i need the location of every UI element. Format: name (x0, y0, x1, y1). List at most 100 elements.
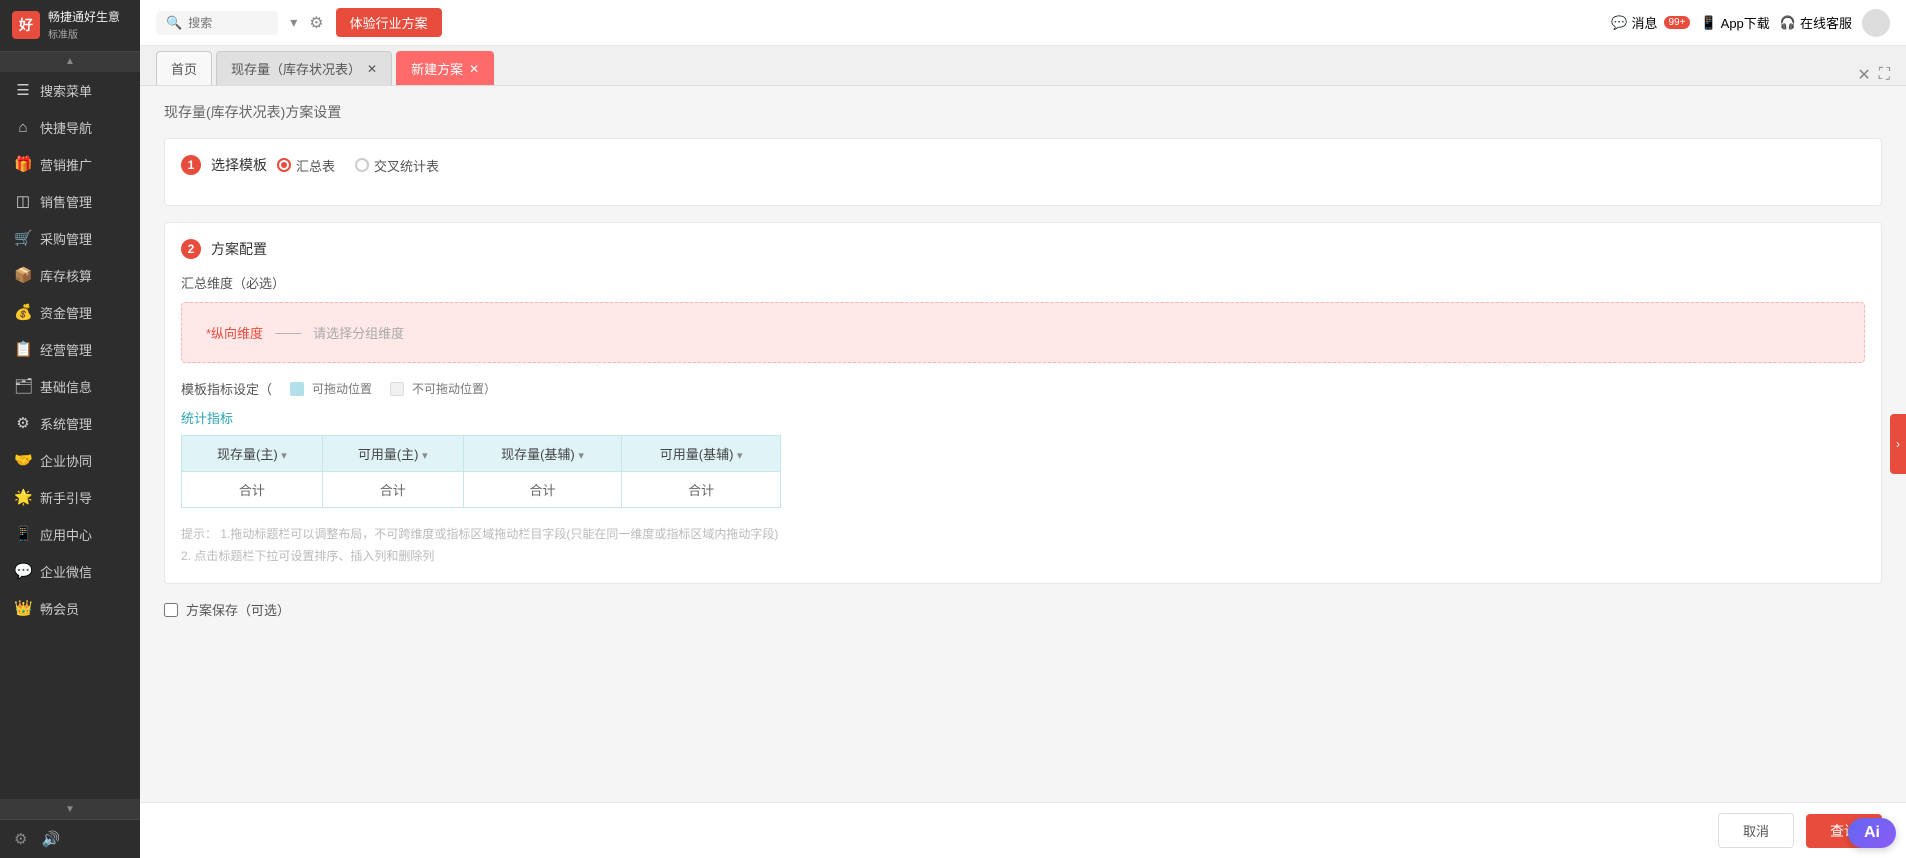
sidebar-scroll-up[interactable]: ▲ (0, 52, 140, 72)
sidebar-item-app-center[interactable]: 📱 应用中心 (0, 516, 140, 553)
col-3-arrow[interactable]: ▾ (578, 450, 584, 462)
legend-draggable-box (290, 382, 304, 396)
app-logo-icon: 好 (12, 11, 40, 39)
content-area: 现存量(库存状况表)方案设置 1 选择模板 汇总表 交叉统计表 (140, 86, 1906, 802)
section-1-card: 1 选择模板 汇总表 交叉统计表 (164, 138, 1882, 206)
indicator-label: 模板指标设定（ 可拖动位置 不可拖动位置） (181, 379, 1865, 398)
message-badge[interactable]: 💬 消息 99+ (1611, 13, 1690, 32)
sidebar-item-search-menu[interactable]: ☰ 搜索菜单 (0, 72, 140, 109)
sidebar-item-label: 库存核算 (40, 266, 92, 285)
message-label: 消息 (1631, 13, 1657, 32)
ai-badge[interactable]: Ai (1848, 818, 1896, 848)
sidebar-item-quick-nav[interactable]: ⌂ 快捷导航 (0, 109, 140, 146)
legend-draggable: 可拖动位置 (290, 380, 372, 397)
col-header-2[interactable]: 可用量(主) ▾ (322, 436, 463, 472)
sidebar-item-sys-manage[interactable]: ⚙ 系统管理 (0, 405, 140, 442)
dim-field-label: *纵向维度 (206, 323, 263, 342)
sidebar-item-label: 销售管理 (40, 192, 92, 211)
tabs-bar: 首页 现存量（库存状况表） ✕ 新建方案 ✕ ✕ ⛶ (140, 46, 1906, 86)
page-title: 现存量(库存状况表)方案设置 (164, 102, 1882, 122)
stats-table: 现存量(主) ▾ 可用量(主) ▾ 现存量(基辅) ▾ (181, 435, 781, 508)
sidebar-item-purchase[interactable]: 🛒 采购管理 (0, 220, 140, 257)
tab-inventory-status[interactable]: 现存量（库存状况表） ✕ (216, 51, 392, 85)
dim-row[interactable]: *纵向维度 —— 请选择分组维度 (181, 302, 1865, 363)
sidebar-item-sales[interactable]: ◫ 销售管理 (0, 183, 140, 220)
table-row-1: 合计 合计 合计 合计 (182, 472, 781, 508)
window-close-icon[interactable]: ✕ (1857, 65, 1870, 85)
volume-icon[interactable]: 🔊 (41, 830, 60, 848)
gear-icon[interactable]: ⚙ (309, 13, 323, 33)
col-2-label: 可用量(主) (358, 447, 419, 462)
section-1-title: 选择模板 (211, 155, 267, 175)
col-1-arrow[interactable]: ▾ (281, 450, 287, 462)
col-4-arrow[interactable]: ▾ (737, 450, 743, 462)
cell-1-4: 合计 (622, 472, 781, 508)
window-controls: ✕ ⛶ (1857, 65, 1890, 85)
message-count: 99+ (1664, 16, 1691, 29)
dim-placeholder: 请选择分组维度 (313, 323, 404, 342)
search-box[interactable]: 🔍 (156, 11, 278, 35)
section-1-num: 1 (181, 155, 201, 175)
tab-close-new-plan[interactable]: ✕ (469, 62, 479, 76)
hints: 提示： 1.拖动标题栏可以调整布局，不可跨维度或指标区域拖动栏目字段(只能在同一… (181, 524, 1865, 567)
right-edge-expand[interactable]: › (1890, 414, 1906, 474)
window-expand-icon[interactable]: ⛶ (1879, 66, 1890, 84)
tab-new-plan[interactable]: 新建方案 ✕ (396, 51, 494, 85)
tab-home[interactable]: 首页 (156, 51, 212, 85)
app-name: 畅捷通好生意 (48, 10, 120, 26)
sidebar-item-inventory[interactable]: 📦 库存核算 (0, 257, 140, 294)
user-avatar[interactable] (1862, 9, 1890, 37)
col-header-3[interactable]: 现存量(基辅) ▾ (463, 436, 622, 472)
sidebar-item-finance[interactable]: 💰 资金管理 (0, 294, 140, 331)
trial-btn[interactable]: 体验行业方案 (336, 8, 442, 37)
topbar: 🔍 ▾ ⚙ 体验行业方案 💬 消息 99+ 📱 App下载 🎧 在线客服 (140, 0, 1906, 46)
save-label: 方案保存（可选） (186, 600, 290, 619)
radio-summary-circle (277, 158, 291, 172)
sidebar-item-member[interactable]: 👑 畅会员 (0, 590, 140, 627)
member-icon: 👑 (14, 599, 32, 617)
newbie-icon: 🌟 (14, 488, 32, 506)
col-header-4[interactable]: 可用量(基辅) ▾ (622, 436, 781, 472)
settings-icon[interactable]: ⚙ (14, 830, 27, 848)
save-option: 方案保存（可选） (164, 600, 1882, 619)
sidebar-item-enterprise[interactable]: 🤝 企业协同 (0, 442, 140, 479)
sidebar-item-label: 新手引导 (40, 488, 92, 507)
section-2-card: 2 方案配置 汇总维度（必选） *纵向维度 —— 请选择分组维度 模板指标设定（ (164, 222, 1882, 584)
col-2-arrow[interactable]: ▾ (422, 450, 428, 462)
app-center-icon: 📱 (14, 525, 32, 543)
section-2-header: 2 方案配置 (181, 239, 1865, 259)
online-service-link[interactable]: 🎧 在线客服 (1780, 13, 1852, 32)
sidebar-item-marketing[interactable]: 🎁 营销推广 (0, 146, 140, 183)
main-area: 🔍 ▾ ⚙ 体验行业方案 💬 消息 99+ 📱 App下载 🎧 在线客服 (140, 0, 1906, 858)
message-icon: 💬 (1611, 15, 1627, 31)
sidebar-item-wechat[interactable]: 💬 企业微信 (0, 553, 140, 590)
app-download-link[interactable]: 📱 App下载 (1700, 13, 1769, 32)
search-input[interactable] (188, 16, 268, 30)
sidebar-item-operation[interactable]: 📋 经营管理 (0, 331, 140, 368)
sidebar-item-label: 应用中心 (40, 525, 92, 544)
col-1-label: 现存量(主) (217, 447, 278, 462)
tab-close-inventory[interactable]: ✕ (367, 62, 377, 76)
sidebar-item-basic-info[interactable]: 🗂 基础信息 (0, 368, 140, 405)
radio-summary[interactable]: 汇总表 (277, 156, 335, 175)
col-header-1[interactable]: 现存量(主) ▾ (182, 436, 323, 472)
basic-info-icon: 🗂 (14, 377, 32, 395)
sales-icon: ◫ (14, 192, 32, 210)
bottom-bar: 取消 查询 (140, 802, 1906, 858)
cancel-button[interactable]: 取消 (1718, 813, 1794, 848)
sidebar-item-newbie[interactable]: 🌟 新手引导 (0, 479, 140, 516)
sidebar-scroll-down[interactable]: ▼ (0, 799, 140, 819)
sidebar-item-label: 资金管理 (40, 303, 92, 322)
template-radio-group: 汇总表 交叉统计表 (277, 156, 439, 175)
col-4-label: 可用量(基辅) (660, 447, 734, 462)
search-menu-icon: ☰ (14, 81, 32, 99)
save-checkbox[interactable] (164, 603, 178, 617)
wechat-icon: 💬 (14, 562, 32, 580)
app-name-block: 畅捷通好生意 标准版 (48, 10, 120, 41)
dropdown-icon[interactable]: ▾ (290, 14, 297, 31)
radio-cross[interactable]: 交叉统计表 (355, 156, 439, 175)
sidebar-footer: ⚙ 🔊 (0, 819, 140, 858)
sidebar-item-label: 快捷导航 (40, 118, 92, 137)
stats-label: 统计指标 (181, 408, 1865, 427)
marketing-icon: 🎁 (14, 155, 32, 173)
